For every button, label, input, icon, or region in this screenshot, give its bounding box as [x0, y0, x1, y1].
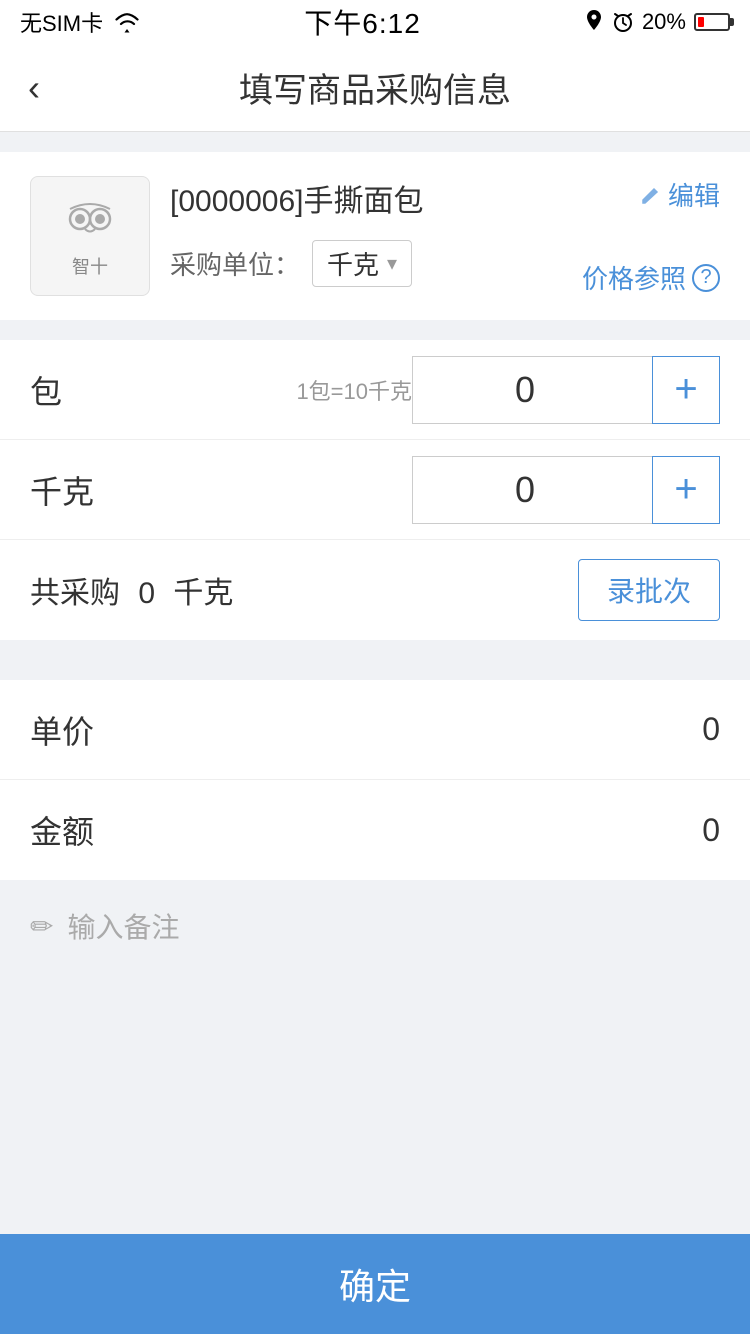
nav-bar: ‹ 填写商品采购信息	[0, 44, 750, 132]
remark-placeholder: 输入备注	[67, 906, 179, 946]
alarm-icon	[612, 10, 634, 34]
remark-section[interactable]: ✏ 输入备注	[0, 882, 750, 970]
kg-input-group: +	[412, 456, 720, 524]
purchase-unit-label: 采购单位：	[170, 245, 300, 282]
unit-price-value: 0	[702, 711, 720, 748]
kg-label: 千克	[30, 467, 412, 513]
bag-input-group: +	[412, 356, 720, 424]
chevron-down-icon: ▾	[387, 251, 397, 276]
section-divider-1	[0, 320, 750, 340]
price-section: 单价 0 金额 0	[0, 680, 750, 880]
carrier-text: 无SIM卡	[20, 6, 103, 38]
unit-price-label: 单价	[30, 707, 702, 753]
bag-sublabel: 1包=10千克	[296, 374, 412, 406]
product-card: 智十 [0000006]手撕面包 采购单位： 千克 ▾ 编辑 价格参照 ?	[0, 152, 750, 320]
status-time: 下午6:12	[304, 2, 421, 42]
battery-icon	[694, 13, 730, 31]
amount-label: 金额	[30, 807, 702, 853]
total-label: 共采购 0 千克	[30, 568, 578, 612]
brand-text: 智十	[72, 253, 108, 279]
edit-icon	[640, 184, 662, 206]
kg-input-row: 千克 +	[0, 440, 750, 540]
bag-input-row: 包 1包=10千克 +	[0, 340, 750, 440]
status-carrier: 无SIM卡	[20, 6, 141, 38]
unit-select[interactable]: 千克 ▾	[312, 240, 412, 287]
total-value: 0	[138, 577, 155, 610]
footer-area	[0, 970, 750, 1270]
bag-label: 包	[30, 367, 288, 413]
page-title: 填写商品采购信息	[239, 63, 511, 112]
section-divider-2	[0, 640, 750, 660]
price-ref-button[interactable]: 价格参照 ?	[582, 259, 720, 296]
batch-button[interactable]: 录批次	[578, 559, 720, 621]
brand-logo	[60, 194, 120, 249]
wifi-icon	[113, 11, 141, 33]
confirm-button-label: 确定	[339, 1258, 411, 1310]
product-thumbnail: 智十	[30, 176, 150, 296]
status-bar: 无SIM卡 下午6:12 20%	[0, 0, 750, 44]
amount-row: 金额 0	[0, 780, 750, 880]
product-name: [0000006]手撕面包	[170, 176, 720, 220]
amount-value: 0	[702, 812, 720, 849]
quantity-input-section: 包 1包=10千克 + 千克 +	[0, 340, 750, 540]
bag-plus-button[interactable]: +	[652, 356, 720, 424]
edit-button[interactable]: 编辑	[640, 176, 720, 213]
unit-price-row: 单价 0	[0, 680, 750, 780]
kg-plus-button[interactable]: +	[652, 456, 720, 524]
battery-text: 20%	[642, 9, 686, 35]
confirm-bar[interactable]: 确定	[0, 1234, 750, 1334]
kg-quantity-input[interactable]	[412, 456, 652, 524]
total-row: 共采购 0 千克 录批次	[0, 540, 750, 640]
location-icon	[584, 10, 604, 34]
pencil-icon: ✏	[30, 910, 53, 943]
bag-quantity-input[interactable]	[412, 356, 652, 424]
help-icon: ?	[692, 264, 720, 292]
status-right-group: 20%	[584, 9, 730, 35]
back-button[interactable]: ‹	[28, 67, 40, 109]
